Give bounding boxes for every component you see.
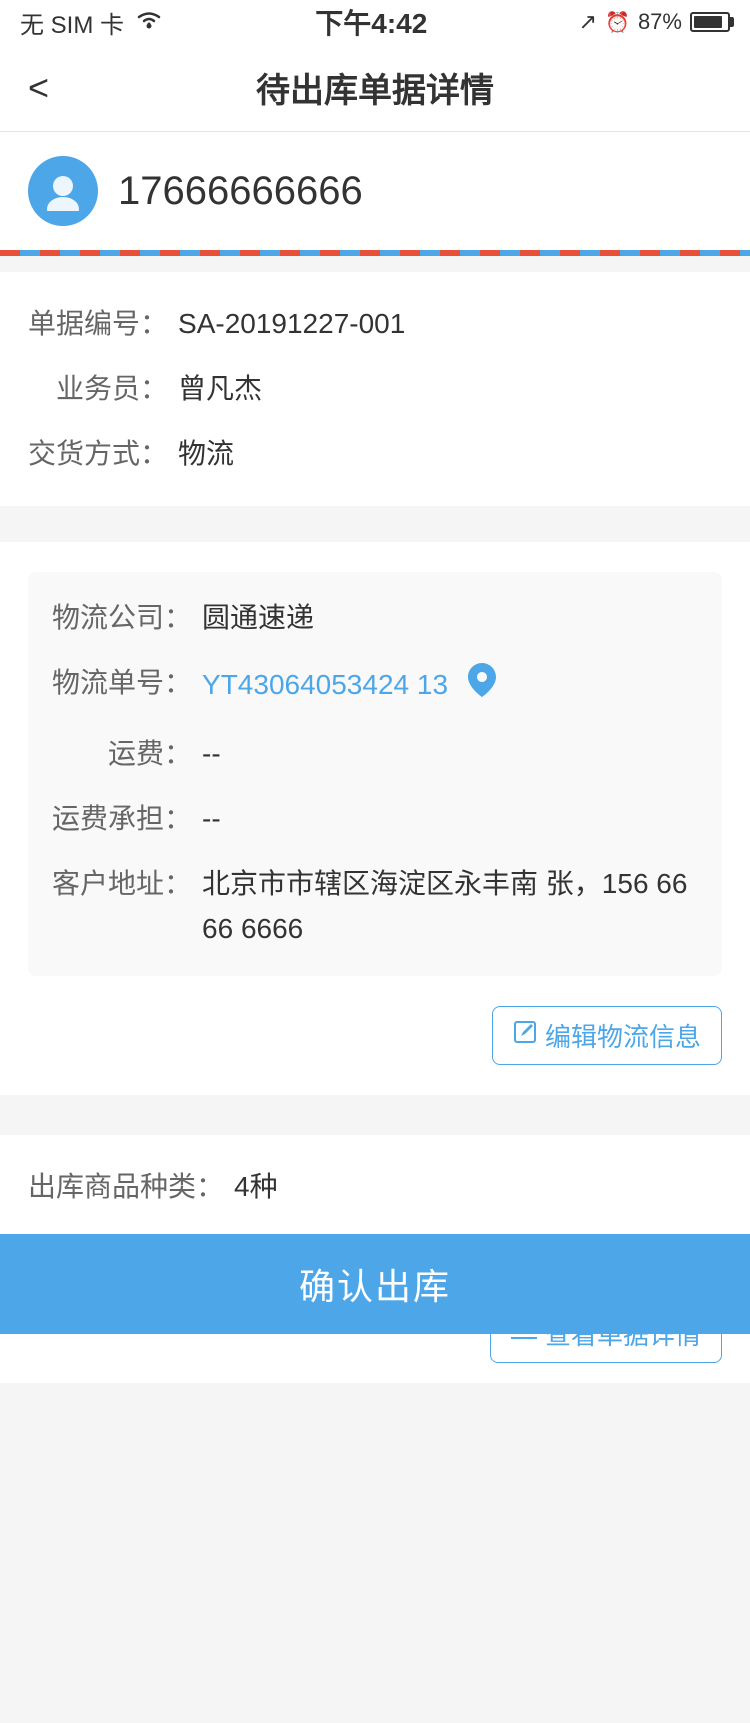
address-label: 客户地址： bbox=[52, 862, 192, 907]
freight-row: 运费： -- bbox=[52, 732, 698, 777]
nav-bar: < 待出库单据详情 bbox=[0, 44, 750, 132]
delivery-method-row: 交货方式： 物流 bbox=[28, 432, 722, 477]
bottom-spacer bbox=[0, 1403, 750, 1623]
user-header: 17666666666 bbox=[0, 132, 750, 250]
salesperson-label: 业务员： bbox=[28, 367, 168, 412]
freight-bearer-label: 运费承担： bbox=[52, 797, 192, 842]
freight-value: -- bbox=[202, 732, 698, 777]
logistics-company-value: 圆通速递 bbox=[202, 596, 698, 641]
status-time: 下午4:42 bbox=[315, 2, 427, 42]
freight-bearer-value: -- bbox=[202, 797, 698, 842]
order-info-section: 单据编号： SA-20191227-001 业务员： 曾凡杰 交货方式： 物流 bbox=[0, 272, 750, 506]
confirm-outbound-button[interactable]: 确认出库 bbox=[0, 1234, 750, 1334]
tracking-row: 物流单号： YT43064053424 13 bbox=[52, 661, 698, 712]
avatar bbox=[28, 156, 98, 226]
status-right: ↗ ⏰ 87% bbox=[579, 9, 730, 35]
types-value: 4种 bbox=[234, 1165, 722, 1210]
battery-percent: 87% bbox=[638, 9, 682, 35]
tracking-label: 物流单号： bbox=[52, 661, 192, 706]
address-row: 客户地址： 北京市市辖区海淀区永丰南 张，156 6666 6666 bbox=[52, 862, 698, 952]
back-button[interactable]: < bbox=[28, 67, 49, 109]
logistics-company-label: 物流公司： bbox=[52, 596, 192, 641]
freight-label: 运费： bbox=[52, 732, 192, 777]
types-label: 出库商品种类： bbox=[28, 1165, 224, 1210]
status-bar: 无 SIM 卡 下午4:42 ↗ ⏰ 87% bbox=[0, 0, 750, 44]
delivery-method-value: 物流 bbox=[178, 432, 722, 477]
page-title: 待出库单据详情 bbox=[256, 63, 494, 112]
location-status-icon: ↗ bbox=[579, 9, 597, 35]
doc-number-label: 单据编号： bbox=[28, 302, 168, 347]
doc-number-value: SA-20191227-001 bbox=[178, 302, 722, 347]
edit-logistics-button[interactable]: 编辑物流信息 bbox=[492, 1006, 722, 1065]
doc-number-row: 单据编号： SA-20191227-001 bbox=[28, 302, 722, 347]
wifi-icon bbox=[134, 8, 164, 36]
logistics-section: 物流公司： 圆通速递 物流单号： YT43064053424 13 bbox=[0, 542, 750, 1094]
map-pin-icon[interactable] bbox=[468, 661, 496, 712]
logistics-company-row: 物流公司： 圆通速递 bbox=[52, 596, 698, 641]
alarm-icon: ⏰ bbox=[605, 10, 630, 35]
user-phone: 17666666666 bbox=[118, 169, 363, 214]
status-left: 无 SIM 卡 bbox=[20, 5, 164, 40]
carrier-label: 无 SIM 卡 bbox=[20, 5, 124, 40]
freight-bearer-row: 运费承担： -- bbox=[52, 797, 698, 842]
address-value: 北京市市辖区海淀区永丰南 张，156 6666 6666 bbox=[202, 862, 698, 952]
delivery-method-label: 交货方式： bbox=[28, 432, 168, 477]
edit-icon bbox=[513, 1020, 537, 1051]
types-row: 出库商品种类： 4种 bbox=[28, 1165, 722, 1210]
battery-icon bbox=[690, 12, 730, 32]
logistics-card: 物流公司： 圆通速递 物流单号： YT43064053424 13 bbox=[28, 572, 722, 975]
salesperson-row: 业务员： 曾凡杰 bbox=[28, 367, 722, 412]
salesperson-value: 曾凡杰 bbox=[178, 367, 722, 412]
tracking-value: YT43064053424 13 bbox=[202, 661, 698, 712]
edit-btn-label: 编辑物流信息 bbox=[545, 1017, 701, 1054]
edit-btn-container: 编辑物流信息 bbox=[28, 996, 722, 1065]
